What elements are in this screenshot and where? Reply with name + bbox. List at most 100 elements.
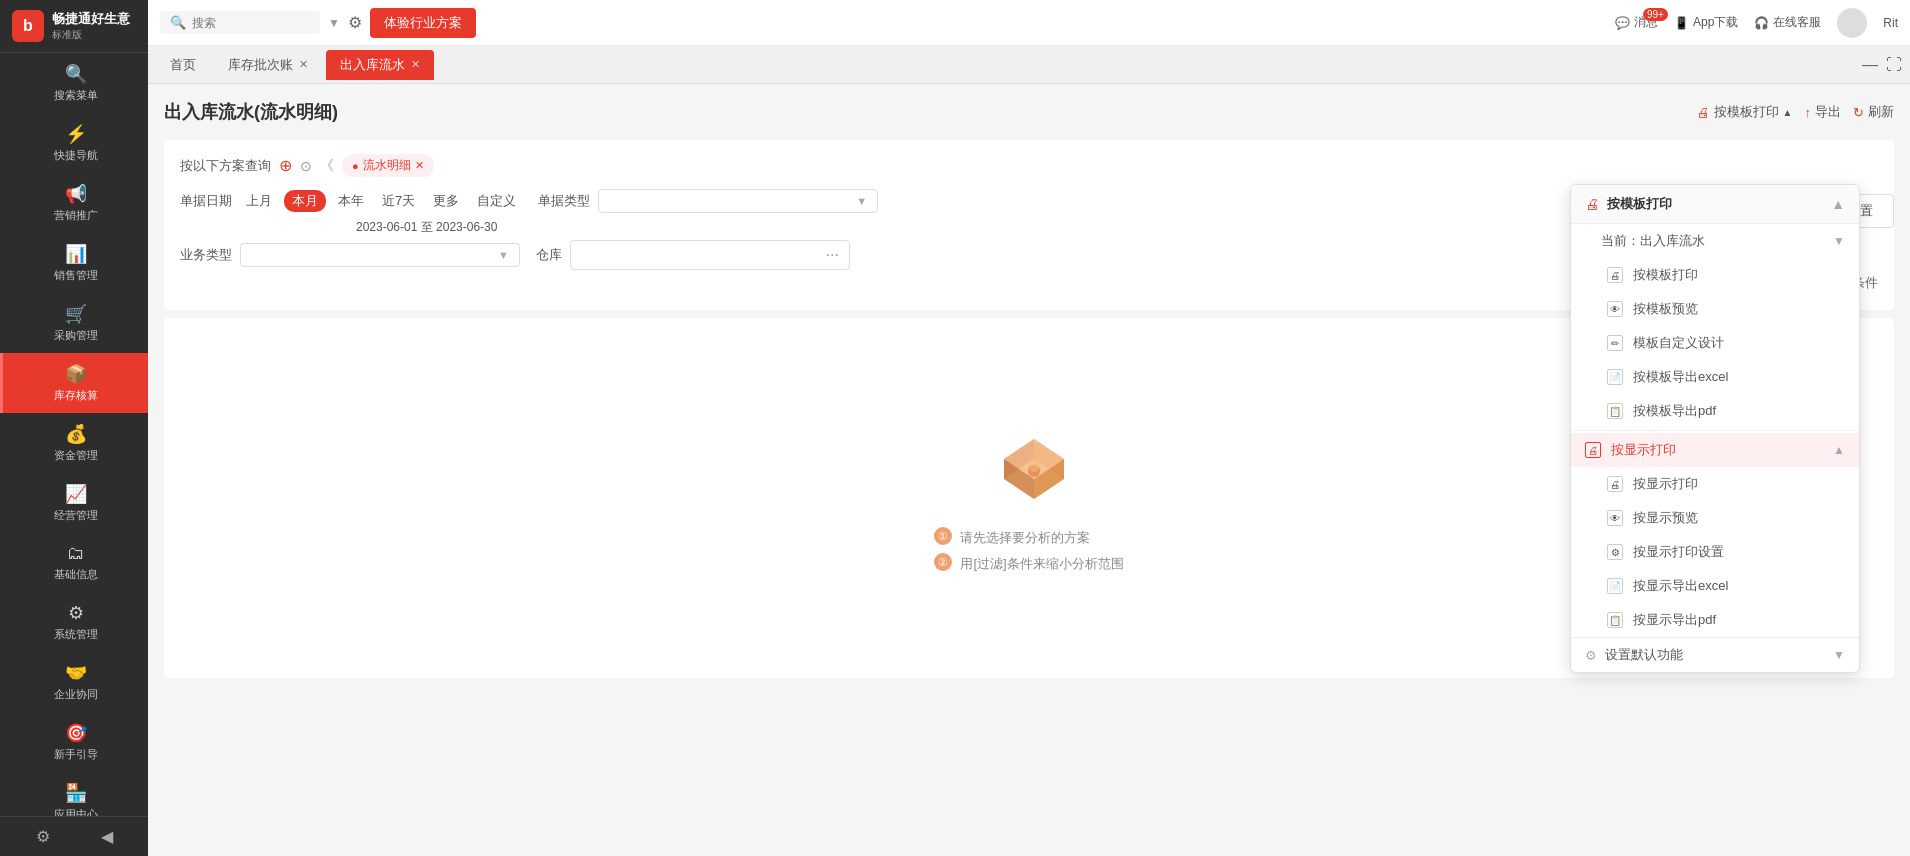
sidebar-item-label: 经营管理	[54, 508, 98, 523]
sidebar-settings-btn[interactable]: ⚙	[36, 827, 50, 846]
page-title-text: 出入库流水(流水明细)	[164, 100, 338, 124]
print-icon: 🖨	[1697, 105, 1710, 120]
topbar-search-box[interactable]: 🔍	[160, 11, 320, 34]
filter-bill-type-item: 单据类型 ▼	[538, 189, 878, 213]
topbar-service-btn[interactable]: 🎧 在线客服	[1754, 14, 1821, 31]
set-default-icon: ⚙	[1585, 648, 1597, 663]
basic-icon: 🗂	[67, 543, 85, 564]
warehouse-more-icon[interactable]: ···	[826, 246, 839, 264]
sidebar-item-shortcut[interactable]: ⚡ 快捷导航	[0, 113, 148, 173]
filter-tag-close-btn[interactable]: ✕	[415, 159, 424, 172]
sidebar-item-search[interactable]: 🔍 搜索菜单	[0, 53, 148, 113]
date-opt-thisyear[interactable]: 本年	[332, 190, 370, 212]
tab-batch-close[interactable]: ✕	[299, 58, 308, 71]
company-name: 畅捷通好生意	[52, 11, 130, 28]
refresh-label: 刷新	[1868, 103, 1894, 121]
appstore-icon: 🏪	[65, 782, 87, 804]
topbar-gear-icon[interactable]: ⚙	[348, 13, 362, 32]
topbar-app-btn[interactable]: 📱 App下载	[1674, 14, 1738, 31]
sidebar-item-sales[interactable]: 📊 销售管理	[0, 233, 148, 293]
design-icon: ✏	[1607, 335, 1623, 351]
dropdown-display-excel[interactable]: 📄 按显示导出excel	[1571, 569, 1859, 603]
filter-warehouse-item: 仓库 ···	[536, 240, 850, 270]
sidebar-item-label: 采购管理	[54, 328, 98, 343]
dropdown-display-pdf[interactable]: 📋 按显示导出pdf	[1571, 603, 1859, 637]
tab-minimize-icon[interactable]: —	[1862, 56, 1878, 74]
sidebar-item-guide[interactable]: 🎯 新手引导	[0, 712, 148, 772]
date-opt-lastmonth[interactable]: 上月	[240, 190, 278, 212]
sidebar-item-basic[interactable]: 🗂 基础信息	[0, 533, 148, 592]
sidebar-item-enterprise[interactable]: 🤝 企业协同	[0, 652, 148, 712]
dropdown-template-custom[interactable]: ✏ 模板自定义设计	[1571, 326, 1859, 360]
tab-home[interactable]: 首页	[156, 50, 210, 80]
purchase-icon: 🛒	[65, 303, 87, 325]
export-btn[interactable]: ↑ 导出	[1805, 103, 1842, 121]
filter-business-type-item: 业务类型 ▼	[180, 243, 520, 267]
date-opt-7days[interactable]: 近7天	[376, 190, 421, 212]
dropdown-template-print[interactable]: 🖨 按模板打印	[1571, 258, 1859, 292]
dropdown-current-item[interactable]: 当前：出入库流水 ▼	[1571, 224, 1859, 258]
dropdown-display-preview[interactable]: 👁 按显示预览	[1571, 501, 1859, 535]
tab-flow[interactable]: 出入库流水 ✕	[326, 50, 434, 80]
warehouse-select[interactable]: ···	[570, 240, 850, 270]
filter-add-btn[interactable]: ⊕	[279, 156, 292, 175]
sidebar-item-appstore[interactable]: 🏪 应用中心	[0, 772, 148, 816]
display-section-arrow: ▲	[1833, 443, 1845, 457]
dropdown-template-excel[interactable]: 📄 按模板导出excel	[1571, 360, 1859, 394]
dropdown-template-pdf[interactable]: 📋 按模板导出pdf	[1571, 394, 1859, 428]
search-chevron-icon[interactable]: ▼	[328, 16, 340, 30]
topbar-msg-btn[interactable]: 💬 消息 99+	[1615, 14, 1658, 31]
filter-collapse-icon[interactable]: 《	[320, 157, 334, 175]
sidebar-item-label: 搜索菜单	[54, 88, 98, 103]
sidebar-item-marketing[interactable]: 📢 营销推广	[0, 173, 148, 233]
print-template-btn[interactable]: 🖨 按模板打印 ▲	[1697, 103, 1793, 121]
sidebar-item-inventory[interactable]: 📦 库存核算	[0, 353, 148, 413]
msg-badge: 99+	[1643, 8, 1668, 21]
user-avatar[interactable]	[1837, 8, 1867, 38]
filter-label: 按以下方案查询	[180, 157, 271, 175]
sidebar-item-label: 库存核算	[54, 388, 98, 403]
dropdown-display-section-header[interactable]: 🖨 按显示打印 ▲	[1571, 433, 1859, 467]
search-input[interactable]	[192, 16, 292, 30]
display-excel-label: 按显示导出excel	[1633, 577, 1728, 595]
empty-step-1: ① 请先选择要分析的方案	[934, 525, 1123, 551]
business-type-select[interactable]: ▼	[240, 243, 520, 267]
sidebar-collapse-btn[interactable]: ◀	[101, 827, 113, 846]
dropdown-display-print[interactable]: 🖨 按显示打印	[1571, 467, 1859, 501]
dropdown-display-settings[interactable]: ⚙ 按显示打印设置	[1571, 535, 1859, 569]
refresh-icon: ↻	[1853, 105, 1864, 120]
trial-btn[interactable]: 体验行业方案	[370, 8, 476, 38]
step-1-num: ①	[934, 527, 952, 545]
export-label: 导出	[1815, 103, 1841, 121]
empty-step-2: ② 用[过滤]条件来缩小分析范围	[934, 551, 1123, 577]
date-options: 上月 本月 本年 近7天 更多 自定义	[240, 190, 522, 212]
msg-icon: 💬	[1615, 16, 1630, 30]
tab-flow-close[interactable]: ✕	[411, 58, 420, 71]
date-opt-thismonth[interactable]: 本月	[284, 190, 326, 212]
bill-type-select[interactable]: ▼	[598, 189, 878, 213]
set-default-arrow: ▼	[1833, 648, 1845, 662]
refresh-btn[interactable]: ↻ 刷新	[1853, 103, 1894, 121]
sidebar-bottom: ⚙ ◀	[0, 816, 148, 856]
business-type-label: 业务类型	[180, 246, 232, 264]
sidebar-item-purchase[interactable]: 🛒 采购管理	[0, 293, 148, 353]
sidebar-item-finance[interactable]: 💰 资金管理	[0, 413, 148, 473]
dropdown-template-preview[interactable]: 👁 按模板预览	[1571, 292, 1859, 326]
sidebar-item-label: 系统管理	[54, 627, 98, 642]
sales-icon: 📊	[65, 243, 87, 265]
sidebar-item-operation[interactable]: 📈 经营管理	[0, 473, 148, 533]
preview-icon: 👁	[1607, 301, 1623, 317]
app-label: App下载	[1693, 14, 1738, 31]
sidebar-item-label: 企业协同	[54, 687, 98, 702]
sidebar-item-system[interactable]: ⚙ 系统管理	[0, 592, 148, 652]
sidebar: b 畅捷通好生意 标准版 🔍 搜索菜单 ⚡ 快捷导航 📢 营销推广 📊 销售管理	[0, 0, 148, 856]
filter-settings-icon[interactable]: ⊙	[300, 158, 312, 174]
tab-expand-icon[interactable]: ⛶	[1886, 56, 1902, 74]
display-settings-icon: ⚙	[1607, 544, 1623, 560]
tab-batch[interactable]: 库存批次账 ✕	[214, 50, 322, 80]
dropdown-up-btn[interactable]: ▲	[1831, 196, 1845, 212]
date-opt-custom[interactable]: 自定义	[471, 190, 522, 212]
dropdown-set-default[interactable]: ⚙ 设置默认功能 ▼	[1571, 637, 1859, 672]
date-opt-more[interactable]: 更多	[427, 190, 465, 212]
sidebar-logo: b 畅捷通好生意 标准版	[0, 0, 148, 53]
